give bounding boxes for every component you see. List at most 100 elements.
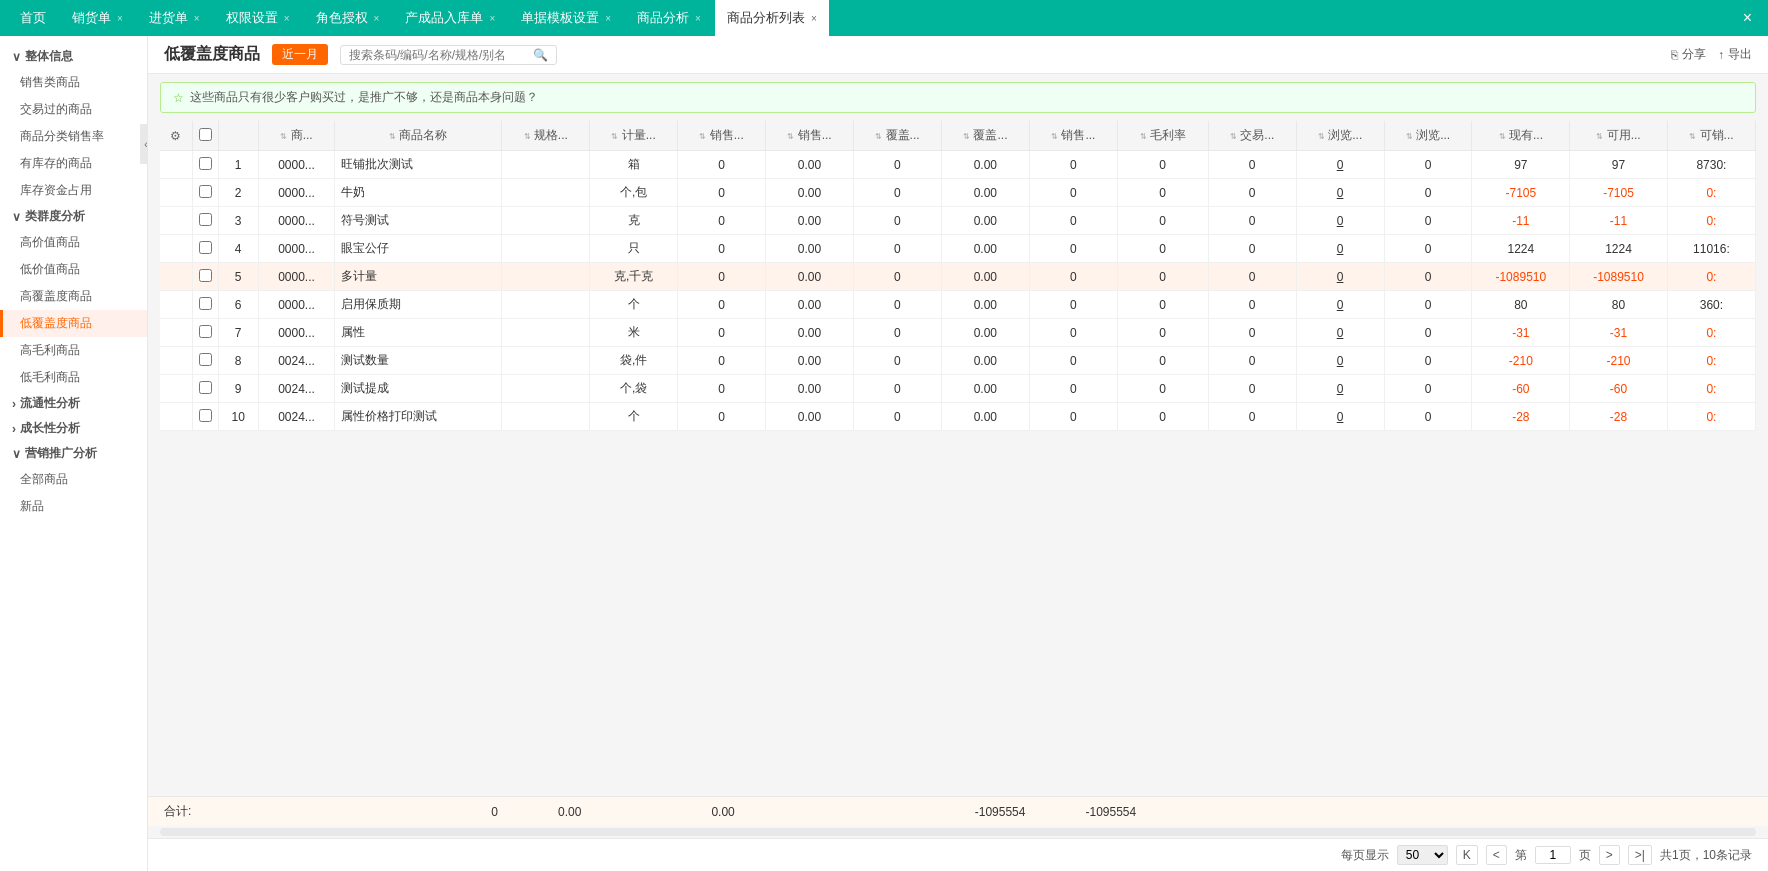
sidebar-group-quality[interactable]: ∨ 类群度分析: [0, 204, 147, 229]
row-spec: [502, 235, 590, 263]
table-row: 4 0000... 眼宝公仔 只 0 0.00 0 0.00 0 0 0 0 0…: [160, 235, 1756, 263]
sidebar-item-stock-occupy[interactable]: 库存资金占用: [0, 177, 147, 204]
close-icon[interactable]: ×: [374, 13, 380, 24]
row-browse1[interactable]: 0: [1296, 347, 1384, 375]
row-browse1[interactable]: 0: [1296, 319, 1384, 347]
row-cov2: 0.00: [941, 347, 1029, 375]
close-icon[interactable]: ×: [489, 13, 495, 24]
row-browse1[interactable]: 0: [1296, 235, 1384, 263]
col-available[interactable]: ⇅ 可用...: [1570, 121, 1668, 151]
sidebar-item-traded-goods[interactable]: 交易过的商品: [0, 96, 147, 123]
row-checkbox[interactable]: [192, 263, 218, 291]
col-trade[interactable]: ⇅ 交易...: [1208, 121, 1296, 151]
nav-tab-goods-analysis[interactable]: 商品分析 ×: [625, 0, 713, 36]
select-all-checkbox[interactable]: [199, 128, 212, 141]
close-all-tabs[interactable]: ×: [1735, 9, 1760, 27]
row-browse1[interactable]: 0: [1296, 375, 1384, 403]
row-code: 0000...: [258, 319, 334, 347]
col-coverage2[interactable]: ⇅ 覆盖...: [941, 121, 1029, 151]
next-page-button[interactable]: >: [1599, 845, 1620, 865]
search-icon[interactable]: 🔍: [533, 48, 548, 62]
last-page-button[interactable]: >|: [1628, 845, 1652, 865]
sidebar-group-growth[interactable]: › 成长性分析: [0, 416, 147, 441]
col-browse2[interactable]: ⇅ 浏览...: [1384, 121, 1472, 151]
col-unit[interactable]: ⇅ 计量...: [590, 121, 678, 151]
close-icon[interactable]: ×: [117, 13, 123, 24]
col-code[interactable]: ⇅ 商...: [258, 121, 334, 151]
sidebar-item-low-profit[interactable]: 低毛利商品: [0, 364, 147, 391]
row-browse1[interactable]: 0: [1296, 151, 1384, 179]
row-checkbox[interactable]: [192, 291, 218, 319]
sidebar-item-new-goods[interactable]: 新品: [0, 493, 147, 520]
nav-tab-permission[interactable]: 权限设置 ×: [214, 0, 302, 36]
table-row: 3 0000... 符号测试 克 0 0.00 0 0.00 0 0 0 0 0…: [160, 207, 1756, 235]
nav-tab-sales[interactable]: 销货单 ×: [60, 0, 135, 36]
close-icon[interactable]: ×: [284, 13, 290, 24]
row-unit: 个: [590, 403, 678, 431]
sidebar-item-low-value[interactable]: 低价值商品: [0, 256, 147, 283]
row-checkbox[interactable]: [192, 207, 218, 235]
col-current[interactable]: ⇅ 现有...: [1472, 121, 1570, 151]
sidebar-item-high-profit[interactable]: 高毛利商品: [0, 337, 147, 364]
col-saleable[interactable]: ⇅ 可销...: [1667, 121, 1755, 151]
search-input[interactable]: [349, 48, 529, 62]
prev-page-button[interactable]: <: [1486, 845, 1507, 865]
row-browse1[interactable]: 0: [1296, 263, 1384, 291]
row-browse1[interactable]: 0: [1296, 207, 1384, 235]
row-checkbox[interactable]: [192, 179, 218, 207]
nav-tab-goods-analysis-list[interactable]: 商品分析列表 ×: [715, 0, 829, 36]
col-sales-amt[interactable]: ⇅ 销售...: [766, 121, 854, 151]
row-browse1[interactable]: 0: [1296, 179, 1384, 207]
sidebar-item-low-coverage[interactable]: 低覆盖度商品: [0, 310, 147, 337]
col-coverage1[interactable]: ⇅ 覆盖...: [853, 121, 941, 151]
sidebar-item-category-trend[interactable]: 商品分类销售率: [0, 123, 147, 150]
row-trade: 0: [1208, 291, 1296, 319]
export-button[interactable]: ↑ 导出: [1718, 46, 1752, 63]
sidebar-item-sales-goods[interactable]: 销售类商品: [0, 69, 147, 96]
period-button[interactable]: 近一月: [272, 44, 328, 65]
col-gross-rate[interactable]: ⇅ 毛利率: [1117, 121, 1208, 151]
close-icon[interactable]: ×: [811, 13, 817, 24]
close-icon[interactable]: ×: [605, 13, 611, 24]
row-spec: [502, 403, 590, 431]
col-sales2[interactable]: ⇅ 销售...: [1029, 121, 1117, 151]
sidebar-item-high-value[interactable]: 高价值商品: [0, 229, 147, 256]
row-saleable: 8730:: [1667, 151, 1755, 179]
col-sales-qty[interactable]: ⇅ 销售...: [678, 121, 766, 151]
page-number-input[interactable]: [1535, 846, 1571, 864]
sidebar-item-high-coverage[interactable]: 高覆盖度商品: [0, 283, 147, 310]
nav-tab-template[interactable]: 单据模板设置 ×: [509, 0, 623, 36]
row-checkbox[interactable]: [192, 347, 218, 375]
row-checkbox[interactable]: [192, 151, 218, 179]
col-browse1[interactable]: ⇅ 浏览...: [1296, 121, 1384, 151]
page-size-select[interactable]: 50 100 200: [1397, 845, 1448, 865]
sidebar-group-flow[interactable]: › 流通性分析: [0, 391, 147, 416]
search-box: 🔍: [340, 45, 557, 65]
row-gross: 0: [1117, 179, 1208, 207]
col-gear[interactable]: ⚙: [160, 121, 192, 151]
first-page-button[interactable]: K: [1456, 845, 1478, 865]
sidebar-group-overall[interactable]: ∨ 整体信息: [0, 44, 147, 69]
row-checkbox[interactable]: [192, 235, 218, 263]
sidebar-collapse-button[interactable]: «: [140, 124, 148, 164]
nav-tab-finished[interactable]: 产成品入库单 ×: [393, 0, 507, 36]
sidebar-item-in-stock[interactable]: 有库存的商品: [0, 150, 147, 177]
row-browse1[interactable]: 0: [1296, 291, 1384, 319]
sidebar-group-promo[interactable]: ∨ 营销推广分析: [0, 441, 147, 466]
close-icon[interactable]: ×: [695, 13, 701, 24]
col-check[interactable]: [192, 121, 218, 151]
nav-tab-role[interactable]: 角色授权 ×: [304, 0, 392, 36]
row-code: 0024...: [258, 375, 334, 403]
row-checkbox[interactable]: [192, 375, 218, 403]
row-sales-qty: 0: [678, 291, 766, 319]
row-checkbox[interactable]: [192, 403, 218, 431]
row-checkbox[interactable]: [192, 319, 218, 347]
nav-tab-home[interactable]: 首页: [8, 0, 58, 36]
close-icon[interactable]: ×: [194, 13, 200, 24]
col-name[interactable]: ⇅ 商品名称: [335, 121, 502, 151]
sidebar-item-all-goods[interactable]: 全部商品: [0, 466, 147, 493]
nav-tab-purchase[interactable]: 进货单 ×: [137, 0, 212, 36]
col-spec[interactable]: ⇅ 规格...: [502, 121, 590, 151]
share-button[interactable]: ⎘ 分享: [1671, 46, 1706, 63]
row-browse1[interactable]: 0: [1296, 403, 1384, 431]
